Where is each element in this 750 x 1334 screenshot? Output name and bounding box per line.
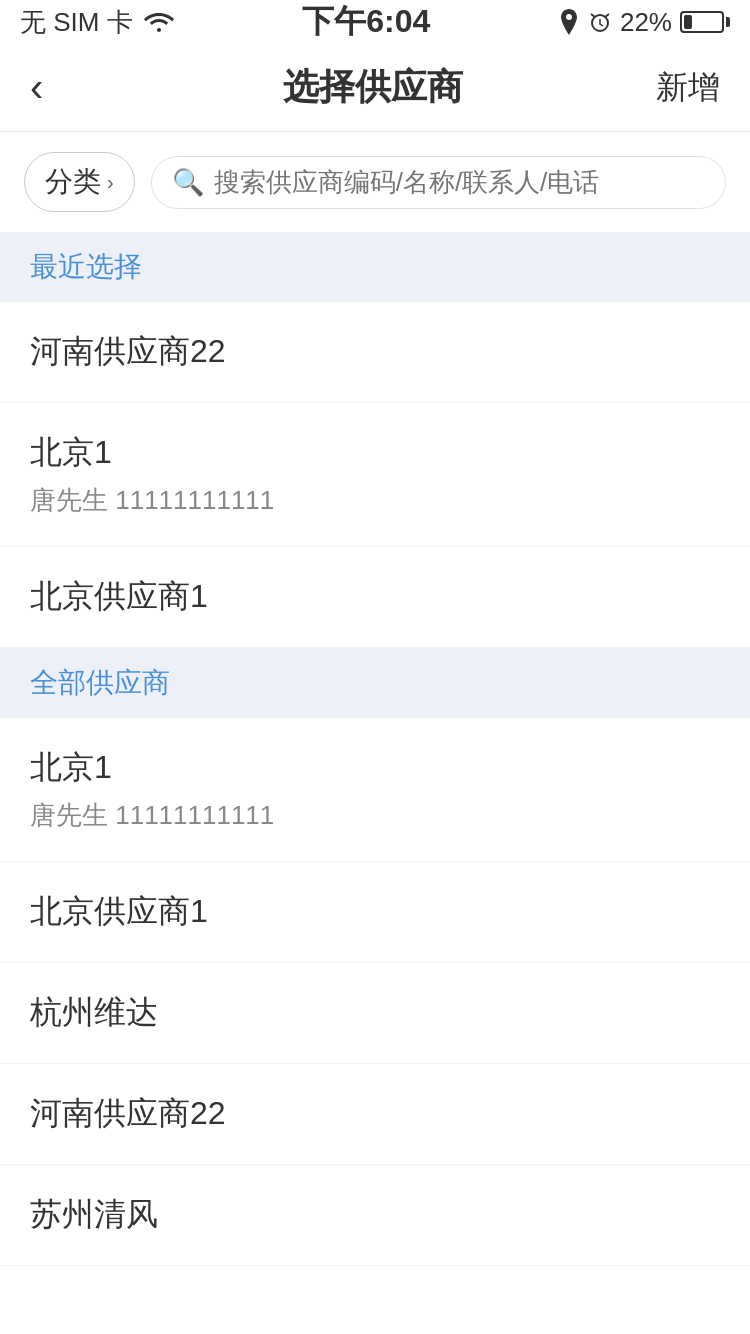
item-name: 杭州维达 bbox=[30, 991, 720, 1035]
recent-section-header: 最近选择 bbox=[0, 232, 750, 302]
status-left: 无 SIM 卡 bbox=[20, 5, 175, 40]
location-icon bbox=[558, 9, 580, 35]
list-item[interactable]: 河南供应商22 bbox=[0, 302, 750, 403]
battery-percent: 22% bbox=[620, 7, 672, 38]
no-sim-label: 无 SIM 卡 bbox=[20, 5, 133, 40]
item-name: 河南供应商22 bbox=[30, 1092, 720, 1136]
search-box[interactable]: 🔍 bbox=[151, 156, 726, 209]
item-name: 苏州清风 bbox=[30, 1193, 720, 1237]
search-icon: 🔍 bbox=[172, 167, 204, 198]
list-item[interactable]: 北京供应商1 bbox=[0, 547, 750, 648]
filter-bar: 分类 › 🔍 bbox=[0, 132, 750, 232]
category-button[interactable]: 分类 › bbox=[24, 152, 135, 212]
list-item[interactable]: 杭州维达 bbox=[0, 963, 750, 1064]
list-item[interactable]: 北京1 唐先生 11111111111 bbox=[0, 718, 750, 862]
alarm-icon bbox=[588, 9, 612, 35]
item-name: 北京供应商1 bbox=[30, 890, 720, 934]
all-suppliers-list: 北京1 唐先生 11111111111 北京供应商1 杭州维达 河南供应商22 … bbox=[0, 718, 750, 1266]
list-item[interactable]: 苏州清风 bbox=[0, 1165, 750, 1266]
recent-list: 河南供应商22 北京1 唐先生 11111111111 北京供应商1 bbox=[0, 302, 750, 648]
page-title: 选择供应商 bbox=[283, 63, 463, 112]
item-name: 北京供应商1 bbox=[30, 575, 720, 619]
nav-bar: ‹ 选择供应商 新增 bbox=[0, 44, 750, 132]
list-item[interactable]: 河南供应商22 bbox=[0, 1064, 750, 1165]
item-name: 河南供应商22 bbox=[30, 330, 720, 374]
add-button[interactable]: 新增 bbox=[656, 66, 720, 110]
battery-indicator bbox=[680, 11, 730, 33]
all-section-header: 全部供应商 bbox=[0, 648, 750, 718]
back-button[interactable]: ‹ bbox=[30, 65, 90, 110]
item-name: 北京1 bbox=[30, 431, 720, 475]
status-bar: 无 SIM 卡 下午6:04 22% bbox=[0, 0, 750, 44]
status-time: 下午6:04 bbox=[302, 0, 430, 44]
status-right: 22% bbox=[558, 7, 730, 38]
wifi-icon bbox=[143, 10, 175, 34]
item-detail: 唐先生 11111111111 bbox=[30, 483, 720, 518]
list-item[interactable]: 北京供应商1 bbox=[0, 862, 750, 963]
category-label: 分类 bbox=[45, 163, 101, 201]
chevron-right-icon: › bbox=[107, 171, 114, 194]
search-input[interactable] bbox=[214, 167, 705, 198]
list-item[interactable]: 北京1 唐先生 11111111111 bbox=[0, 403, 750, 547]
item-name: 北京1 bbox=[30, 746, 720, 790]
item-detail: 唐先生 11111111111 bbox=[30, 798, 720, 833]
